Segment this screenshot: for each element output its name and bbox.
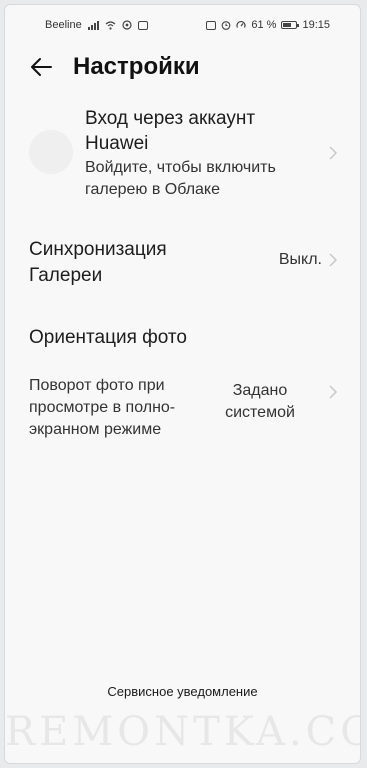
page-title: Настройки <box>73 53 200 80</box>
alarm-icon <box>222 21 231 30</box>
service-notice-link[interactable]: Сервисное уведомление <box>5 684 360 699</box>
photo-orientation-value: Задано системой <box>225 382 295 421</box>
chevron-right-icon <box>329 385 338 399</box>
chevron-right-icon <box>329 146 338 160</box>
carrier-label: Beeline <box>45 19 82 31</box>
battery-percent: 61 % <box>251 19 277 31</box>
status-bar: Beeline 61 % 19:15 <box>5 5 360 41</box>
data-saver-icon <box>236 20 246 28</box>
status-right: 61 % 19:15 <box>206 19 330 31</box>
status-left: Beeline <box>45 19 148 31</box>
arrow-left-icon[interactable] <box>27 53 55 81</box>
wifi-icon <box>105 20 116 30</box>
battery-icon <box>281 21 300 29</box>
photo-orientation-title: Ориентация фото <box>29 327 187 348</box>
notification-icon <box>122 20 132 30</box>
sync-gallery-title: Синхронизация Галереи <box>29 239 167 286</box>
app-notification-icon <box>137 20 148 30</box>
sync-gallery-value: Выкл. <box>278 251 322 268</box>
gallery-settings-screen: Beeline 61 % 19:15 Настройки Вход через … <box>4 4 361 764</box>
watermark: REMONTKA.COM <box>5 709 360 755</box>
signal-icon <box>87 20 99 30</box>
avatar <box>29 130 73 174</box>
account-subtitle: Войдите, чтобы включить галерею в Облаке <box>85 159 276 198</box>
photo-orientation-subtitle: Поворот фото при просмотре в полно-экран… <box>29 377 176 438</box>
nfc-icon <box>206 20 217 30</box>
account-title: Вход через аккаунт Huawei <box>85 108 256 154</box>
chevron-right-icon <box>329 253 338 267</box>
clock: 19:15 <box>302 19 330 31</box>
